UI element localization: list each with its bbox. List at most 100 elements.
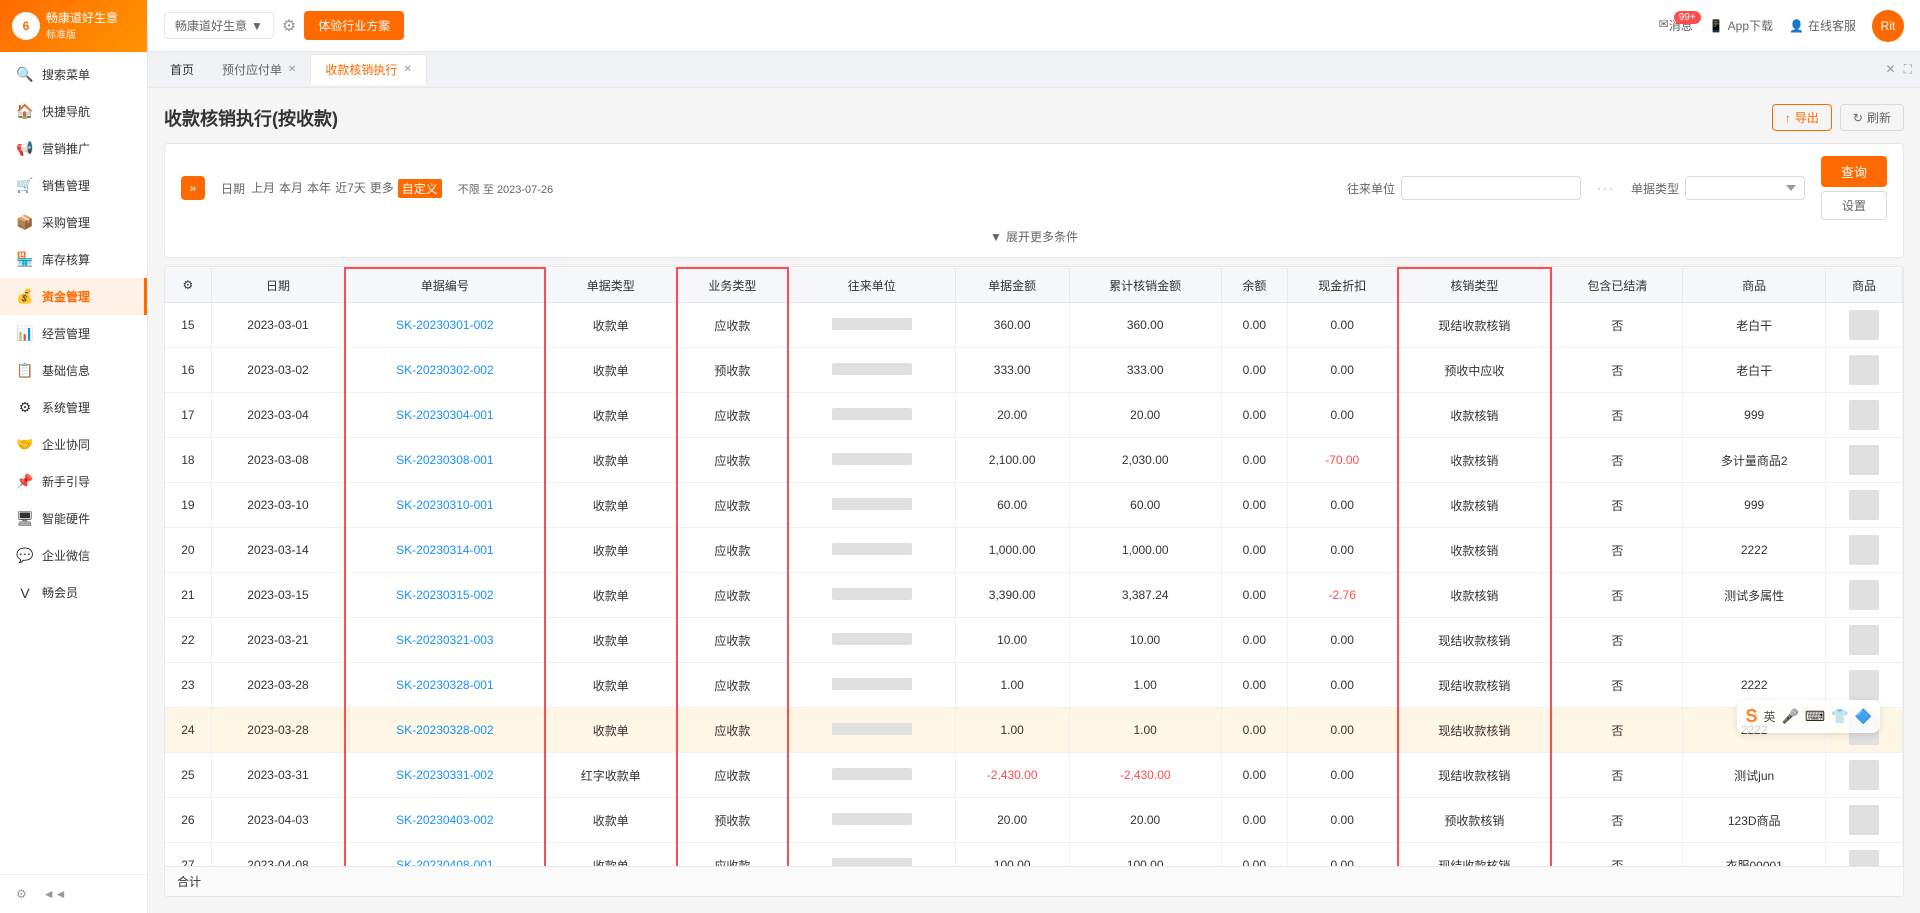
tab-prepay-close-icon[interactable]: ✕ bbox=[288, 64, 296, 75]
filter-more-dots[interactable]: ··· bbox=[1597, 181, 1615, 195]
query-button[interactable]: 查询 bbox=[1821, 156, 1887, 187]
cell-incl: 否 bbox=[1551, 663, 1683, 708]
cell-incl: 否 bbox=[1551, 348, 1683, 393]
date-more[interactable]: 更多 bbox=[370, 179, 394, 198]
cell-balance: 0.00 bbox=[1221, 573, 1287, 618]
cell-amount: -2,430.00 bbox=[955, 753, 1069, 798]
export-button[interactable]: ↑ 导出 bbox=[1772, 104, 1832, 131]
partner-input[interactable] bbox=[1401, 176, 1581, 200]
col-settings[interactable]: ⚙ bbox=[165, 268, 211, 303]
cell-billno: SK-20230328-001 bbox=[345, 663, 544, 708]
online-service[interactable]: 👤 在线客服 bbox=[1789, 17, 1856, 34]
date-last-month[interactable]: 上月 bbox=[251, 179, 275, 198]
cell-goods2 bbox=[1825, 303, 1902, 348]
sidebar-settings-icon[interactable]: ⚙ bbox=[16, 887, 27, 901]
date-last-7days[interactable]: 近7天 bbox=[335, 179, 366, 198]
cell-biztype: 应收款 bbox=[677, 708, 788, 753]
cell-amount: 20.00 bbox=[955, 798, 1069, 843]
cell-writetype: 现结收款核销 bbox=[1398, 708, 1552, 753]
sidebar-item-nav[interactable]: 🏠 快捷导航 bbox=[0, 93, 147, 130]
cell-date: 2023-03-10 bbox=[211, 483, 345, 528]
col-writeamt: 累计核销金额 bbox=[1069, 268, 1221, 303]
filter-settings-button[interactable]: 设置 bbox=[1821, 191, 1887, 220]
sidebar-item-hardware[interactable]: 🖥 智能硬件 bbox=[0, 500, 147, 537]
billno-link[interactable]: SK-20230331-002 bbox=[396, 768, 493, 782]
sidebar-item-sales[interactable]: 🛒 销售管理 bbox=[0, 167, 147, 204]
tab-close-all-icon[interactable]: ✕ bbox=[1886, 62, 1896, 77]
cell-incl: 否 bbox=[1551, 753, 1683, 798]
cell-writeamt: 1.00 bbox=[1069, 663, 1221, 708]
expand-more-button[interactable]: ▼ 展开更多条件 bbox=[990, 228, 1078, 245]
type-select[interactable] bbox=[1685, 176, 1805, 200]
watermark-mic-icon[interactable]: 🎤 bbox=[1781, 708, 1798, 725]
sidebar-item-member[interactable]: V 畅会员 bbox=[0, 574, 147, 611]
user-avatar[interactable]: Rit bbox=[1872, 10, 1904, 42]
sales-icon: 🛒 bbox=[16, 177, 34, 194]
col-balance: 余额 bbox=[1221, 268, 1287, 303]
cell-balance: 0.00 bbox=[1221, 393, 1287, 438]
billno-link[interactable]: SK-20230315-002 bbox=[396, 588, 493, 602]
industry-solution-button[interactable]: 体验行业方案 bbox=[304, 11, 404, 40]
tab-home[interactable]: 首页 bbox=[156, 55, 208, 84]
billno-link[interactable]: SK-20230308-001 bbox=[396, 453, 493, 467]
cell-goods: 999 bbox=[1683, 483, 1826, 528]
page-header: 收款核销执行(按收款) ↑ 导出 ↻ 刷新 bbox=[164, 104, 1904, 131]
sidebar-item-system[interactable]: ⚙ 系统管理 bbox=[0, 389, 147, 426]
refresh-button[interactable]: ↻ 刷新 bbox=[1840, 104, 1904, 131]
settings-gear-icon[interactable]: ⚙ bbox=[282, 16, 296, 36]
billno-link[interactable]: SK-20230302-002 bbox=[396, 363, 493, 377]
cell-billtype: 收款单 bbox=[545, 843, 677, 867]
watermark-puzzle-icon[interactable]: 🔷 bbox=[1855, 708, 1872, 725]
cell-amount: 333.00 bbox=[955, 348, 1069, 393]
sidebar-menu: 🔍 搜索菜单 🏠 快捷导航 📢 营销推广 🛒 销售管理 📦 采购管理 🏪 库存核… bbox=[0, 52, 147, 874]
billno-link[interactable]: SK-20230328-002 bbox=[396, 723, 493, 737]
logo-name: 畅康道好生意 bbox=[46, 11, 118, 27]
tab-prepay[interactable]: 预付应付单 ✕ bbox=[208, 55, 310, 84]
sidebar-item-purchase[interactable]: 📦 采购管理 bbox=[0, 204, 147, 241]
billno-link[interactable]: SK-20230304-001 bbox=[396, 408, 493, 422]
billno-link[interactable]: SK-20230408-001 bbox=[396, 858, 493, 866]
sidebar-item-marketing[interactable]: 📢 营销推广 bbox=[0, 130, 147, 167]
cell-partner bbox=[788, 573, 955, 618]
cell-goods2 bbox=[1825, 348, 1902, 393]
date-this-month[interactable]: 本月 bbox=[279, 179, 303, 198]
date-custom[interactable]: 自定义 bbox=[398, 179, 442, 198]
sidebar-collapse-icon[interactable]: ◄◄ bbox=[43, 887, 67, 901]
table-scroll-area[interactable]: ⚙ 日期 单据编号 单据类型 业务类型 往来单位 单据金额 累计核销金额 余额 … bbox=[165, 267, 1903, 866]
tab-writeoff-close-icon[interactable]: ✕ bbox=[403, 64, 411, 75]
billno-link[interactable]: SK-20230321-003 bbox=[396, 633, 493, 647]
sidebar-item-operation[interactable]: 📊 经营管理 bbox=[0, 315, 147, 352]
tab-writeoff[interactable]: 收款核销执行 ✕ bbox=[310, 54, 426, 85]
cell-discount: 0.00 bbox=[1287, 348, 1397, 393]
cell-discount: 0.00 bbox=[1287, 663, 1397, 708]
cell-billtype: 收款单 bbox=[545, 663, 677, 708]
cell-incl: 否 bbox=[1551, 483, 1683, 528]
cell-writetype: 现结收款核销 bbox=[1398, 303, 1552, 348]
cell-goods2 bbox=[1825, 618, 1902, 663]
company-dropdown[interactable]: 畅康道好生意 ▼ bbox=[164, 12, 274, 39]
cell-date: 2023-03-28 bbox=[211, 708, 345, 753]
filter-expand-button[interactable]: » bbox=[181, 176, 205, 200]
watermark-shirt-icon[interactable]: 👕 bbox=[1831, 708, 1848, 725]
billno-link[interactable]: SK-20230328-001 bbox=[396, 678, 493, 692]
service-icon: 👤 bbox=[1789, 19, 1804, 33]
app-download[interactable]: 📱 App下载 bbox=[1709, 17, 1773, 34]
sidebar-item-guide[interactable]: 📌 新手引导 bbox=[0, 463, 147, 500]
billno-link[interactable]: SK-20230310-001 bbox=[396, 498, 493, 512]
watermark-grid-icon[interactable]: ⌨ bbox=[1805, 708, 1825, 725]
billno-link[interactable]: SK-20230403-002 bbox=[396, 813, 493, 827]
billno-link[interactable]: SK-20230301-002 bbox=[396, 318, 493, 332]
tab-fullscreen-icon[interactable]: ⛶ bbox=[1904, 62, 1912, 77]
data-table: ⚙ 日期 单据编号 单据类型 业务类型 往来单位 单据金额 累计核销金额 余额 … bbox=[165, 267, 1903, 866]
sidebar-item-label: 资金管理 bbox=[42, 288, 90, 305]
message-area[interactable]: ✉ 消息 99+ bbox=[1659, 17, 1693, 34]
sidebar-item-collab[interactable]: 🤝 企业协同 bbox=[0, 426, 147, 463]
sidebar-item-finance[interactable]: 💰 资金管理 bbox=[0, 278, 147, 315]
sidebar-item-basic[interactable]: 📋 基础信息 bbox=[0, 352, 147, 389]
date-this-year[interactable]: 本年 bbox=[307, 179, 331, 198]
cell-balance: 0.00 bbox=[1221, 483, 1287, 528]
sidebar-item-weixin[interactable]: 💬 企业微信 bbox=[0, 537, 147, 574]
sidebar-item-search[interactable]: 🔍 搜索菜单 bbox=[0, 56, 147, 93]
billno-link[interactable]: SK-20230314-001 bbox=[396, 543, 493, 557]
sidebar-item-inventory[interactable]: 🏪 库存核算 bbox=[0, 241, 147, 278]
